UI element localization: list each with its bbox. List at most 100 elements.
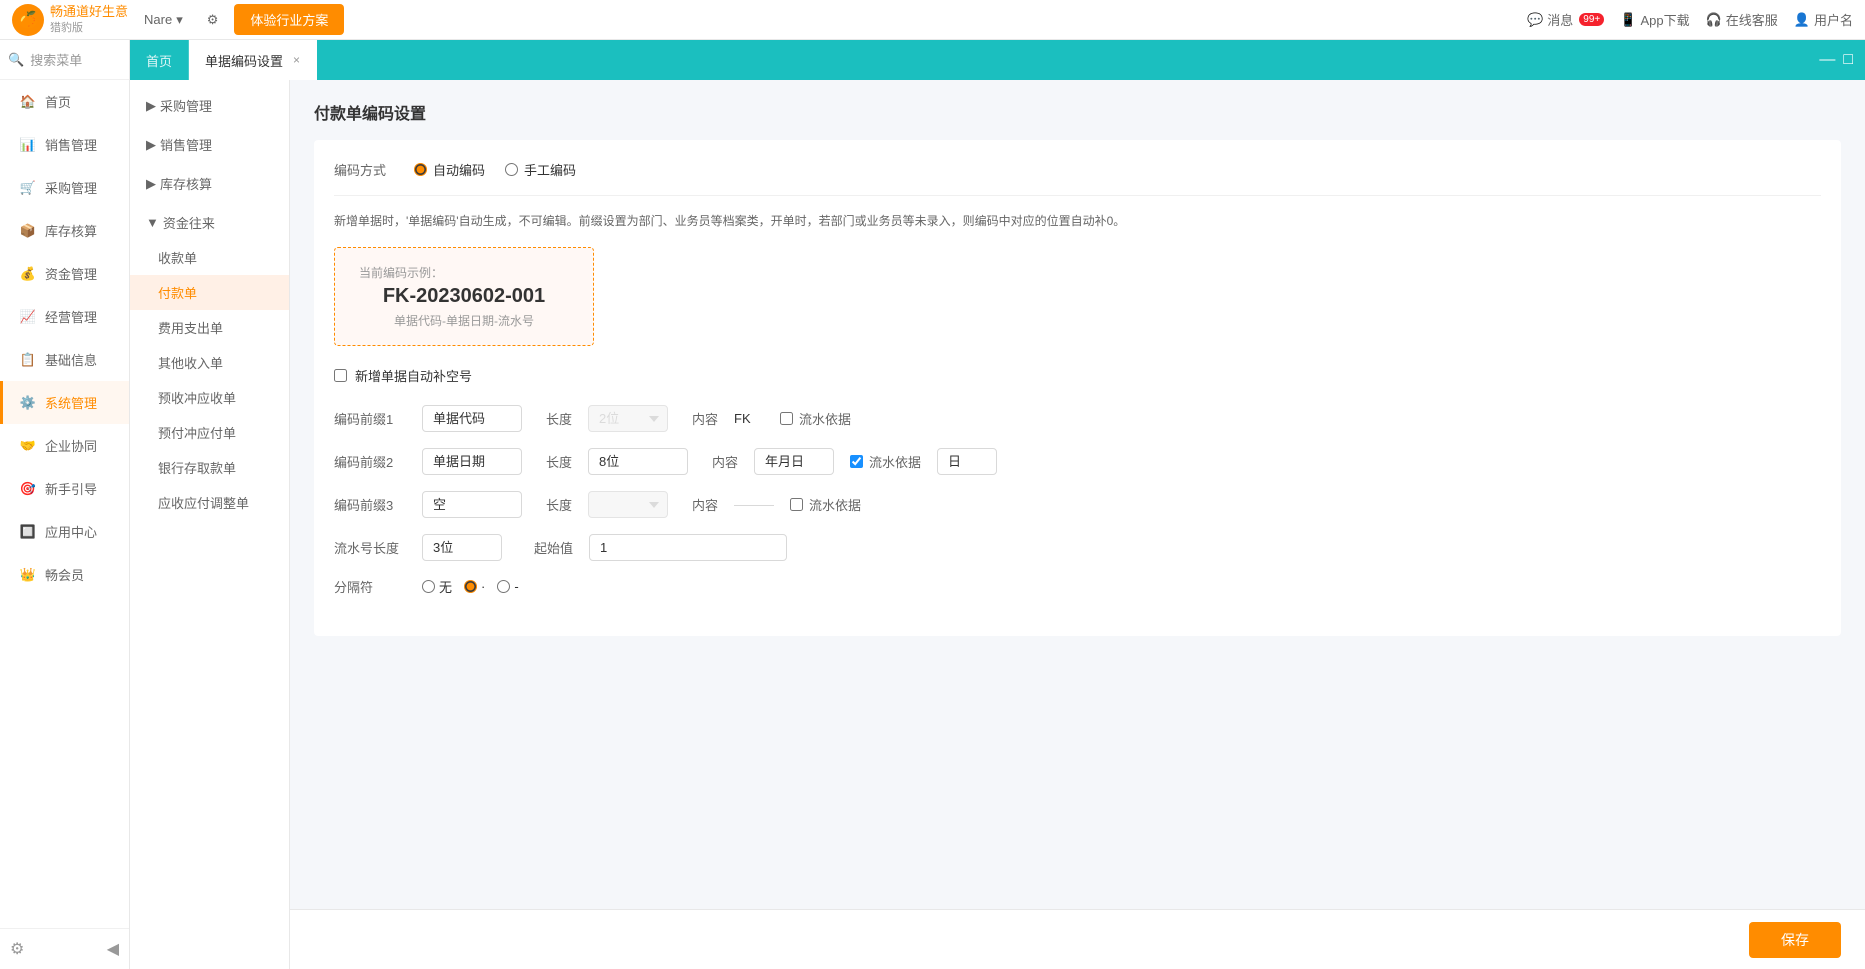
auto-fill-checkbox[interactable] — [334, 369, 347, 382]
start-value-input[interactable] — [589, 534, 787, 561]
sidebar-item-system[interactable]: ⚙️ 系统管理 — [0, 381, 129, 424]
sub-menu-item-payment[interactable]: 付款单 — [130, 275, 289, 310]
serial2-period-select[interactable]: 日 月 年 — [937, 448, 997, 475]
serial2-checkbox[interactable] — [850, 455, 863, 468]
sidebar-item-vip[interactable]: 👑 畅会员 — [0, 553, 129, 596]
app-download-label: App下载 — [1640, 10, 1689, 29]
prefix1-select[interactable]: 单据代码 部门 业务员 — [422, 405, 522, 432]
sidebar-item-sales[interactable]: 📊 销售管理 — [0, 123, 129, 166]
layout: 🔍 搜索菜单 🏠 首页 📊 销售管理 🛒 采购管理 📦 库存核算 💰 — [0, 0, 1865, 969]
encoding-type-row: 编码方式 自动编码 手工编码 — [334, 160, 1821, 196]
sidebar-item-label: 采购管理 — [45, 178, 97, 197]
top-bar-left: 🍊 畅通道好生意 猎豹版 Nare ▾ ⚙ 体验行业方案 — [12, 4, 344, 36]
manual-code-option[interactable]: 手工编码 — [505, 160, 576, 179]
sep-dot-radio[interactable] — [464, 580, 477, 593]
auto-fill-row: 新增单据自动补空号 — [334, 366, 1821, 385]
sidebar-item-purchase[interactable]: 🛒 采购管理 — [0, 166, 129, 209]
tab-home[interactable]: 首页 — [130, 40, 189, 80]
sidebar-item-apps[interactable]: 🔲 应用中心 — [0, 510, 129, 553]
manual-code-radio[interactable] — [505, 163, 518, 176]
sidebar-item-business[interactable]: 📈 经营管理 — [0, 295, 129, 338]
message-icon: 💬 — [1527, 12, 1543, 28]
sub-menu-sales-label: 销售管理 — [160, 135, 212, 154]
sep-dot-option[interactable]: · — [464, 579, 485, 594]
sales-icon: 📊 — [19, 136, 37, 154]
message-label: 消息 — [1547, 10, 1573, 29]
sub-menu-item-bank[interactable]: 银行存取款单 — [130, 450, 289, 485]
content1-label: 内容 — [692, 409, 718, 428]
sidebar: 🔍 搜索菜单 🏠 首页 📊 销售管理 🛒 采购管理 📦 库存核算 💰 — [0, 40, 130, 969]
sidebar-item-inventory[interactable]: 📦 库存核算 — [0, 209, 129, 252]
sidebar-item-finance[interactable]: 💰 资金管理 — [0, 252, 129, 295]
settings-nav[interactable]: ⚙ — [199, 8, 227, 32]
collab-icon: 🤝 — [19, 437, 37, 455]
serial1-checkbox[interactable] — [780, 412, 793, 425]
encoding-type-label: 编码方式 — [334, 160, 386, 179]
prefix2-select[interactable]: 单据日期 部门 业务员 — [422, 448, 522, 475]
maximize-icon[interactable]: □ — [1843, 51, 1853, 69]
sidebar-item-label: 企业协同 — [45, 436, 97, 455]
online-service-btn[interactable]: 🎧 在线客服 — [1706, 10, 1778, 29]
finance-icon: 💰 — [19, 265, 37, 283]
auto-fill-label[interactable]: 新增单据自动补空号 — [355, 366, 472, 385]
guide-icon: 🎯 — [19, 480, 37, 498]
sub-menu-item-expense[interactable]: 费用支出单 — [130, 310, 289, 345]
sidebar-item-guide[interactable]: 🎯 新手引导 — [0, 467, 129, 510]
serial-length-select[interactable]: 3位 4位 5位 — [422, 534, 502, 561]
arrow-right-icon3: ▶ — [146, 176, 156, 192]
length1-select: 2位 — [588, 405, 668, 432]
sidebar-item-label: 库存核算 — [45, 221, 97, 240]
serial2-option[interactable]: 流水依据 — [850, 452, 921, 471]
serial1-label: 流水依据 — [799, 409, 851, 428]
auto-code-radio[interactable] — [414, 163, 427, 176]
minimize-icon[interactable]: — — [1819, 51, 1835, 69]
user-avatar[interactable]: 👤 用户名 — [1794, 10, 1853, 29]
sub-menu-item-other-income[interactable]: 其他收入单 — [130, 345, 289, 380]
chevron-down-icon: ▾ — [176, 12, 183, 28]
separator-row: 分隔符 无 · — [334, 577, 1821, 596]
sep-none-radio[interactable] — [422, 580, 435, 593]
save-button[interactable]: 保存 — [1749, 922, 1841, 958]
base-icon: 📋 — [19, 351, 37, 369]
logo: 🍊 畅通道好生意 猎豹版 — [12, 4, 128, 36]
sidebar-item-base[interactable]: 📋 基础信息 — [0, 338, 129, 381]
serial3-checkbox[interactable] — [790, 498, 803, 511]
content1-value: FK — [734, 411, 764, 426]
sub-menu-inventory[interactable]: ▶ 库存核算 — [130, 166, 289, 201]
sidebar-item-label: 资金管理 — [45, 264, 97, 283]
sub-menu-purchase[interactable]: ▶ 采购管理 — [130, 88, 289, 123]
main-area: 首页 单据编码设置 × — □ ▶ 采购管理 — [130, 40, 1865, 969]
tab-encoding-settings[interactable]: 单据编码设置 × — [189, 40, 317, 80]
length2-label: 长度 — [546, 452, 572, 471]
settings-bottom-icon[interactable]: ⚙ — [10, 939, 24, 959]
length3-label: 长度 — [546, 495, 572, 514]
trial-button[interactable]: 体验行业方案 — [234, 4, 344, 35]
sub-menu-item-advance-offset[interactable]: 预付冲应付单 — [130, 415, 289, 450]
tab-close-icon[interactable]: × — [293, 53, 300, 67]
tab-home-label: 首页 — [146, 51, 172, 70]
sub-menu-item-ap-adjust[interactable]: 应收应付调整单 — [130, 485, 289, 520]
length2-select[interactable]: 8位 6位 4位 — [588, 448, 688, 475]
auto-code-option[interactable]: 自动编码 — [414, 160, 485, 179]
sub-menu-item-prepay-offset[interactable]: 预收冲应收单 — [130, 380, 289, 415]
sub-menu-inventory-label: 库存核算 — [160, 174, 212, 193]
sep-dash-option[interactable]: - — [497, 579, 518, 594]
sub-menu-sales[interactable]: ▶ 销售管理 — [130, 127, 289, 162]
message-btn[interactable]: 💬 消息 99+ — [1527, 10, 1604, 29]
serial1-option[interactable]: 流水依据 — [780, 409, 851, 428]
prefix3-select[interactable]: 空 单据代码 部门 — [422, 491, 522, 518]
sub-menu-purchase-label: 采购管理 — [160, 96, 212, 115]
search-menu[interactable]: 🔍 搜索菜单 — [0, 40, 129, 80]
serial3-option[interactable]: 流水依据 — [790, 495, 861, 514]
nav-dropdown[interactable]: Nare ▾ — [136, 8, 191, 32]
sep-dash-radio[interactable] — [497, 580, 510, 593]
sidebar-item-label: 基础信息 — [45, 350, 97, 369]
collapse-icon[interactable]: ◀ — [107, 939, 119, 959]
sub-menu-item-receipt[interactable]: 收款单 — [130, 240, 289, 275]
content2-select[interactable]: 年月日 年月 年 — [754, 448, 834, 475]
app-download-btn[interactable]: 📱 App下载 — [1620, 10, 1689, 29]
sidebar-item-home[interactable]: 🏠 首页 — [0, 80, 129, 123]
sidebar-item-collab[interactable]: 🤝 企业协同 — [0, 424, 129, 467]
sep-none-option[interactable]: 无 — [422, 577, 452, 596]
sub-menu-funds[interactable]: ▼ 资金往来 — [130, 205, 289, 240]
